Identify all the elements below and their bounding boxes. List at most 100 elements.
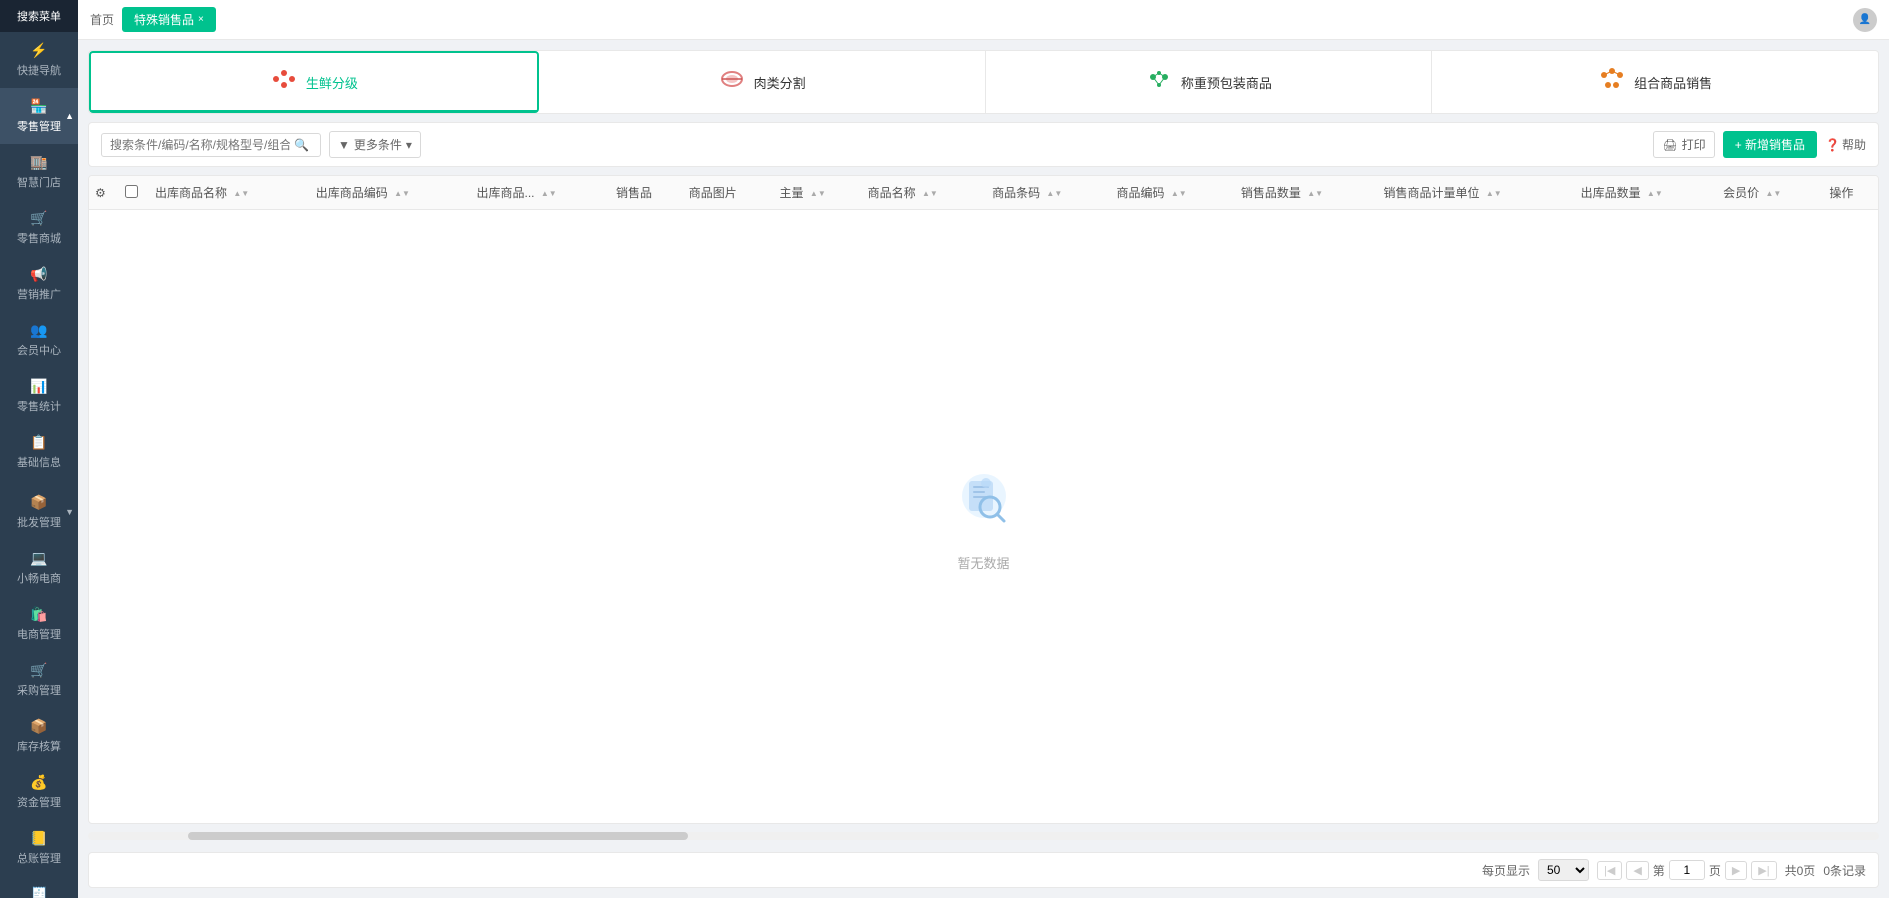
sort-icons: ▲▼ (1647, 190, 1663, 198)
wholesale-mgmt-icon: 📦 (30, 494, 47, 511)
top-right-area: 👤 (1853, 8, 1877, 32)
sidebar: 搜索菜单 ⚡ 快捷导航 🏪 零售管理 ▲ 🏬 智慧门店 🛒 零售商城 📢 营销推… (0, 0, 78, 898)
sidebar-item-smart-store[interactable]: 🏬 智慧门店 (0, 144, 78, 200)
retail-stats-icon: 📊 (30, 378, 47, 395)
search-box[interactable]: 🔍 (101, 133, 321, 157)
next-page-button[interactable]: ▶ (1725, 861, 1747, 880)
empty-state: 暂无数据 (89, 210, 1878, 823)
th-goods-name[interactable]: 商品名称 ▲▼ (862, 176, 986, 210)
th-checkbox[interactable] (119, 176, 149, 210)
help-button[interactable]: ❓ 帮助 (1825, 136, 1866, 153)
sidebar-item-inventory[interactable]: 📦 库存核算 (0, 708, 78, 764)
user-avatar[interactable]: 👤 (1853, 8, 1877, 32)
sidebar-item-wholesale-mgmt[interactable]: 📦 批发管理 ▼ (0, 484, 78, 540)
pagination-bar: 每页显示 50 10 20 100 |◀ ◀ 第 页 ▶ ▶| 共0页 0条记录 (88, 852, 1879, 888)
sidebar-item-finance-mgmt[interactable]: 💰 资金管理 (0, 764, 78, 820)
th-out-goods-name-label: 出库商品名称 (155, 186, 227, 200)
th-out-goods-extra-label: 出库商品... (477, 186, 535, 200)
sidebar-item-label: 零售统计 (17, 398, 61, 414)
inventory-icon: 📦 (30, 718, 47, 735)
sort-icons: ▲▼ (1766, 190, 1782, 198)
th-goods-image-label: 商品图片 (689, 186, 737, 200)
sidebar-item-basic-info[interactable]: 📋 基础信息 (0, 424, 78, 480)
th-out-goods-code[interactable]: 出库商品编码 ▲▼ (310, 176, 471, 210)
page-number-input[interactable] (1669, 860, 1705, 880)
invoice-mgmt-icon: 🧾 (30, 886, 47, 898)
ledger-mgmt-icon: 📒 (30, 830, 47, 847)
th-out-qty[interactable]: 出库品数量 ▲▼ (1575, 176, 1718, 210)
th-goods-code-label: 商品编码 (1116, 186, 1164, 200)
th-sales-unit-label: 销售商品计量单位 (1383, 186, 1479, 200)
last-page-button[interactable]: ▶| (1751, 861, 1776, 880)
meat-cut-icon (718, 67, 746, 97)
sidebar-item-retail-stats[interactable]: 📊 零售统计 (0, 368, 78, 424)
filter-button[interactable]: ▼ 更多条件 ▾ (329, 131, 421, 158)
th-out-goods-name[interactable]: 出库商品名称 ▲▼ (149, 176, 310, 210)
th-main-weight[interactable]: 主量 ▲▼ (774, 176, 862, 210)
search-input[interactable] (110, 138, 290, 152)
sidebar-logo[interactable]: 搜索菜单 (0, 0, 78, 32)
quick-nav-icon: ⚡ (30, 42, 47, 59)
page-size-select[interactable]: 50 10 20 100 (1538, 859, 1589, 881)
prev-page-button[interactable]: ◀ (1626, 861, 1648, 880)
sidebar-item-label: 零售管理 (17, 118, 61, 134)
active-tab[interactable]: 特殊销售品 × (122, 7, 216, 32)
th-member-price[interactable]: 会员价 ▲▼ (1717, 176, 1823, 210)
th-out-qty-label: 出库品数量 (1581, 186, 1641, 200)
tab-card-weigh-pack[interactable]: 称重预包装商品 (986, 51, 1433, 113)
close-tab-icon[interactable]: × (198, 14, 204, 25)
ecom-mgmt-icon: 🛍️ (30, 606, 47, 623)
sidebar-item-purchase-mgmt[interactable]: 🛒 采购管理 (0, 652, 78, 708)
horizontal-scrollbar[interactable] (88, 832, 1879, 840)
th-sales-goods-label: 销售品 (616, 186, 652, 200)
home-breadcrumb[interactable]: 首页 (90, 11, 114, 28)
fresh-grade-icon (270, 67, 298, 97)
page-size-label: 每页显示 (1482, 862, 1530, 879)
sidebar-item-retail-mgmt[interactable]: 🏪 零售管理 ▲ (0, 88, 78, 144)
sidebar-item-ledger-mgmt[interactable]: 📒 总账管理 (0, 820, 78, 876)
th-goods-barcode[interactable]: 商品条码 ▲▼ (986, 176, 1110, 210)
sidebar-item-quick-nav[interactable]: ⚡ 快捷导航 (0, 32, 78, 88)
th-goods-code[interactable]: 商品编码 ▲▼ (1110, 176, 1234, 210)
select-all-checkbox[interactable] (125, 185, 138, 198)
sidebar-item-member-center[interactable]: 👥 会员中心 (0, 312, 78, 368)
add-sales-button[interactable]: + 新增销售品 (1723, 131, 1817, 158)
print-button[interactable]: 🖨 打印 (1653, 131, 1714, 158)
retail-mgmt-icon: 🏪 (30, 98, 47, 115)
sidebar-item-invoice-mgmt[interactable]: 🧾 发票管理 (0, 876, 78, 898)
th-sales-unit[interactable]: 销售商品计量单位 ▲▼ (1377, 176, 1574, 210)
tab-card-fresh-grade[interactable]: 生鲜分级 (89, 51, 539, 113)
sidebar-item-sales-promo[interactable]: 📢 营销推广 (0, 256, 78, 312)
active-tab-label: 特殊销售品 (134, 11, 194, 28)
sort-icons: ▲▼ (541, 190, 557, 198)
expand-arrow2-icon: ▼ (65, 507, 74, 517)
help-icon: ❓ (1825, 138, 1840, 152)
tab-card-meat-cut[interactable]: 肉类分割 (539, 51, 986, 113)
settings-icon[interactable]: ⚙ (95, 186, 106, 200)
th-sales-qty[interactable]: 销售品数量 ▲▼ (1235, 176, 1378, 210)
sort-icons: ▲▼ (1171, 190, 1187, 198)
sidebar-item-mini-ecom[interactable]: 💻 小畅电商 (0, 540, 78, 596)
sidebar-item-label: 零售商城 (17, 230, 61, 246)
tab-card-combo[interactable]: 组合商品销售 (1432, 51, 1878, 113)
sidebar-item-label: 会员中心 (17, 342, 61, 358)
th-out-goods-extra[interactable]: 出库商品... ▲▼ (471, 176, 611, 210)
filter-icon: ▼ (338, 138, 350, 152)
member-center-icon: 👥 (30, 322, 47, 339)
page-label: 第 (1653, 862, 1665, 879)
th-member-price-label: 会员价 (1723, 186, 1759, 200)
mini-ecom-icon: 💻 (30, 550, 47, 567)
print-label: 打印 (1682, 136, 1706, 153)
sidebar-item-ecom-mgmt[interactable]: 🛍️ 电商管理 (0, 596, 78, 652)
first-page-button[interactable]: |◀ (1597, 861, 1622, 880)
help-label: 帮助 (1842, 136, 1866, 153)
search-icon[interactable]: 🔍 (294, 138, 309, 152)
toolbar-right: 🖨 打印 + 新增销售品 ❓ 帮助 (1653, 131, 1866, 158)
combo-icon (1598, 67, 1626, 97)
sort-icons: ▲▼ (1046, 190, 1062, 198)
th-goods-image: 商品图片 (683, 176, 774, 210)
th-operation: 操作 (1823, 176, 1878, 210)
th-settings[interactable]: ⚙ (89, 176, 119, 210)
top-bar: 首页 特殊销售品 × 👤 (78, 0, 1889, 40)
sidebar-item-retail-mall[interactable]: 🛒 零售商城 (0, 200, 78, 256)
